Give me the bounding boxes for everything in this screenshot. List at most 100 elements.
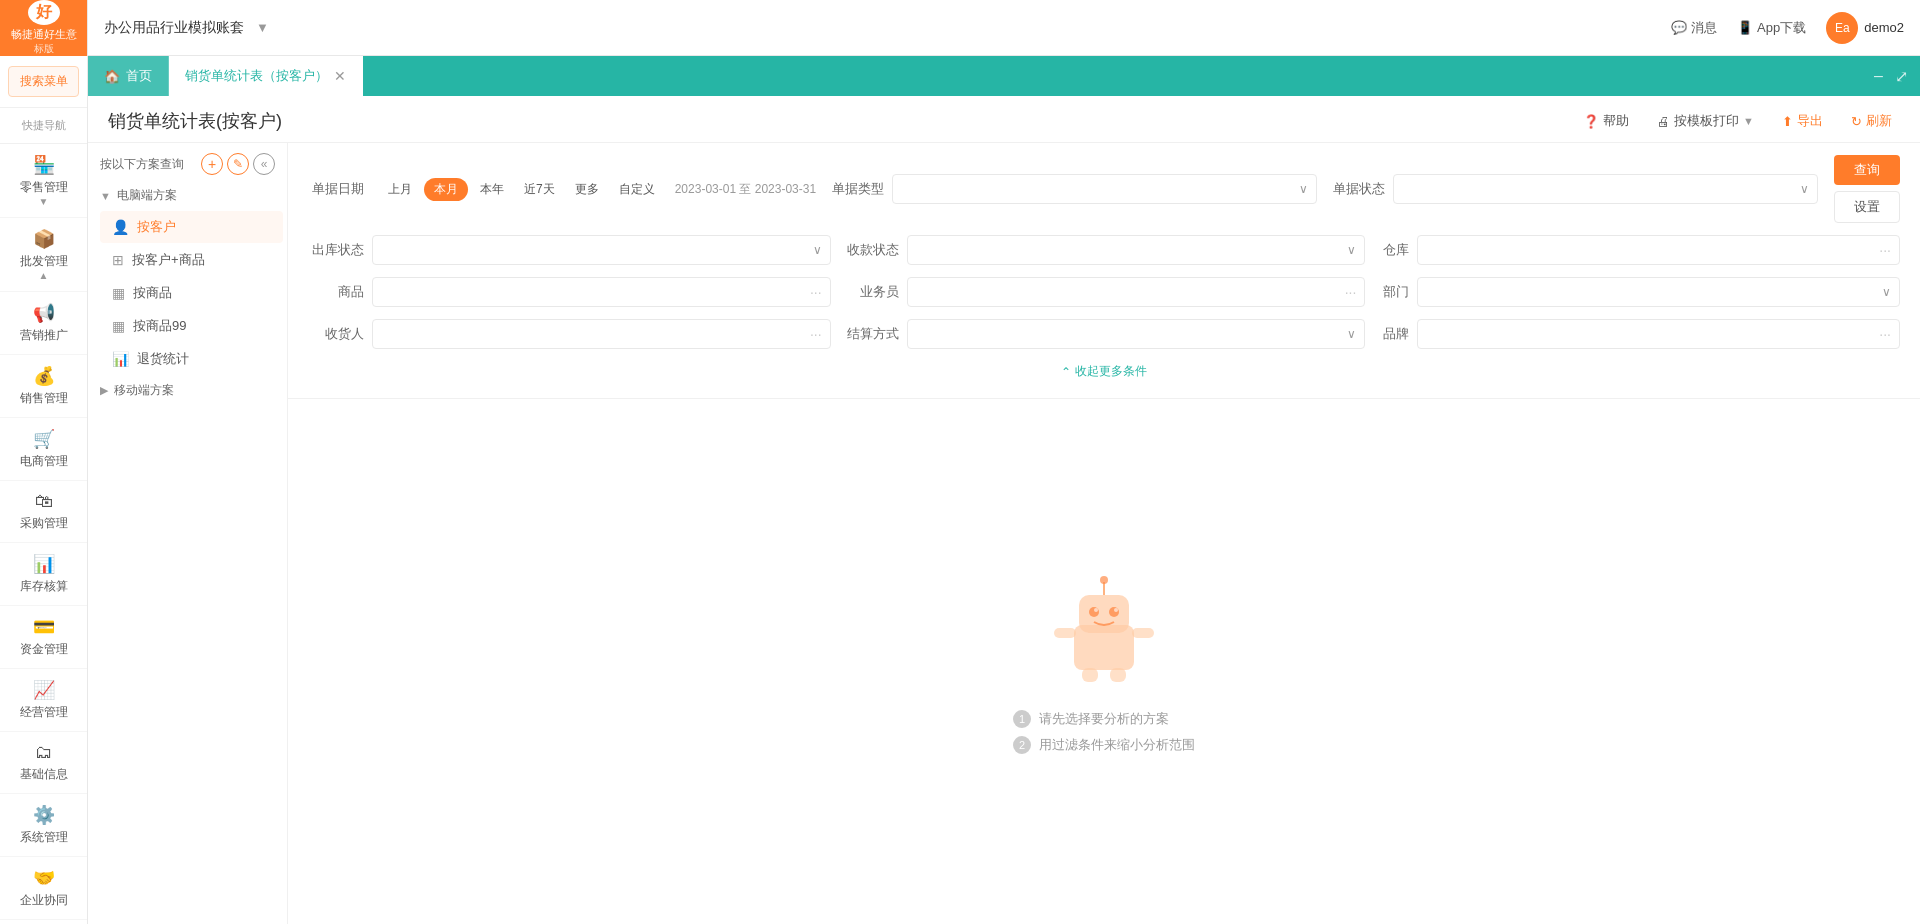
salesperson-field[interactable]: ··· bbox=[907, 277, 1366, 307]
logo-area: 好 畅捷通好生意 标版 bbox=[0, 0, 87, 56]
payment-status-label: 收款状态 bbox=[843, 241, 899, 259]
department-field[interactable]: ∨ bbox=[1417, 277, 1900, 307]
edit-scheme-button[interactable]: ✎ bbox=[227, 153, 249, 175]
scheme-group-mobile: ▶ 移动端方案 bbox=[88, 376, 287, 405]
return-scheme-label: 退货统计 bbox=[137, 350, 189, 368]
empty-tip-1: 1 请先选择要分析的方案 bbox=[1013, 710, 1195, 728]
inventory-label: 库存核算 bbox=[20, 578, 68, 595]
message-button[interactable]: 💬 消息 bbox=[1671, 19, 1717, 37]
settlement-field[interactable]: ∨ bbox=[907, 319, 1366, 349]
svg-point-2 bbox=[1089, 607, 1099, 617]
action-buttons: 查询 设置 bbox=[1834, 155, 1900, 223]
product-field[interactable]: ··· bbox=[372, 277, 831, 307]
collapse-scheme-button[interactable]: « bbox=[253, 153, 275, 175]
sidebar-item-finance[interactable]: 💳 资金管理 bbox=[0, 606, 87, 669]
search-menu-button[interactable]: 搜索菜单 bbox=[8, 66, 79, 97]
wholesale-icon: 📦 bbox=[33, 228, 55, 250]
date-custom[interactable]: 自定义 bbox=[611, 178, 663, 201]
svg-rect-11 bbox=[1110, 668, 1126, 682]
brand-dots[interactable]: ··· bbox=[1879, 326, 1891, 342]
warehouse-dots[interactable]: ··· bbox=[1879, 242, 1891, 258]
query-button[interactable]: 查询 bbox=[1834, 155, 1900, 185]
sidebar-item-basic[interactable]: 🗂 基础信息 bbox=[0, 732, 87, 794]
sidebar-item-retail[interactable]: 🏪 零售管理 ▼ bbox=[0, 144, 87, 218]
empty-robot-icon bbox=[1044, 570, 1164, 690]
marketing-label: 营销推广 bbox=[20, 327, 68, 344]
svg-point-4 bbox=[1094, 608, 1098, 612]
user-menu[interactable]: Ea demo2 bbox=[1826, 12, 1904, 44]
brand-field[interactable]: ··· bbox=[1417, 319, 1900, 349]
scheme-item-by-product[interactable]: ▦ 按商品 bbox=[100, 277, 283, 309]
scheme-item-by-product-99[interactable]: ▦ 按商品99 bbox=[100, 310, 283, 342]
sidebar-menu: 🏪 零售管理 ▼ 📦 批发管理 ▲ 📢 营销推广 💰 销售管理 🛒 电商管理 🛍… bbox=[0, 144, 87, 924]
help-label: 帮助 bbox=[1603, 112, 1629, 130]
warehouse-label: 仓库 bbox=[1377, 241, 1409, 259]
basic-icon: 🗂 bbox=[35, 742, 53, 763]
refresh-button[interactable]: ↻ 刷新 bbox=[1843, 108, 1900, 134]
out-status-section: 出库状态 ∨ bbox=[308, 235, 831, 265]
purchase-label: 采购管理 bbox=[20, 515, 68, 532]
tab-close-icon[interactable]: ✕ bbox=[334, 69, 346, 83]
sidebar-item-purchase[interactable]: 🛍 采购管理 bbox=[0, 481, 87, 543]
sidebar-item-ecommerce[interactable]: 🛒 电商管理 bbox=[0, 418, 87, 481]
settings-button[interactable]: 设置 bbox=[1834, 191, 1900, 223]
sidebar-item-newuser[interactable]: 🌟 新手引导 bbox=[0, 920, 87, 924]
order-type-field[interactable]: ∨ bbox=[892, 174, 1317, 204]
sidebar-item-sales[interactable]: 💰 销售管理 bbox=[0, 355, 87, 418]
date-more[interactable]: 更多 bbox=[567, 178, 607, 201]
tip-num-2: 2 bbox=[1013, 736, 1031, 754]
main-area: 办公用品行业模拟账套 ▼ 💬 消息 📱 App下载 Ea demo2 🏠 首页 bbox=[88, 0, 1920, 924]
tab-minimize-icon[interactable]: – bbox=[1874, 67, 1883, 85]
app-download-label: App下载 bbox=[1757, 19, 1806, 37]
operations-label: 经营管理 bbox=[20, 704, 68, 721]
date-this-year[interactable]: 本年 bbox=[472, 178, 512, 201]
scheme-item-return-stat[interactable]: 📊 退货统计 bbox=[100, 343, 283, 375]
scheme-header: 按以下方案查询 + ✎ « bbox=[88, 143, 287, 181]
department-section: 部门 ∨ bbox=[1377, 277, 1900, 307]
order-type-label: 单据类型 bbox=[832, 180, 884, 198]
receiver-dots[interactable]: ··· bbox=[810, 326, 822, 342]
sidebar-item-operations[interactable]: 📈 经营管理 bbox=[0, 669, 87, 732]
settlement-label: 结算方式 bbox=[843, 325, 899, 343]
app-download-button[interactable]: 📱 App下载 bbox=[1737, 19, 1806, 37]
tip-num-1: 1 bbox=[1013, 710, 1031, 728]
order-status-arrow: ∨ bbox=[1800, 182, 1809, 196]
department-label: 部门 bbox=[1377, 283, 1409, 301]
tab-maximize-icon[interactable]: ⤢ bbox=[1895, 67, 1908, 86]
scheme-group-pc-header[interactable]: ▼ 电脑端方案 bbox=[88, 181, 287, 210]
quick-nav-section: 快捷导航 bbox=[0, 108, 87, 144]
export-icon: ⬆ bbox=[1782, 114, 1793, 129]
sidebar-item-marketing[interactable]: 📢 营销推广 bbox=[0, 292, 87, 355]
tab-home[interactable]: 🏠 首页 bbox=[88, 56, 169, 96]
scheme-panel: 按以下方案查询 + ✎ « ▼ 电脑端方案 👤 bbox=[88, 143, 288, 924]
sidebar-search-section: 搜索菜单 bbox=[0, 56, 87, 108]
sidebar-item-inventory[interactable]: 📊 库存核算 bbox=[0, 543, 87, 606]
receiver-field[interactable]: ··· bbox=[372, 319, 831, 349]
date-last-7days[interactable]: 近7天 bbox=[516, 178, 563, 201]
sidebar-item-enterprise[interactable]: 🤝 企业协同 bbox=[0, 857, 87, 920]
warehouse-field[interactable]: ··· bbox=[1417, 235, 1900, 265]
tab-sales-stat[interactable]: 销货单统计表（按客户） ✕ bbox=[169, 56, 363, 96]
scheme-group-mobile-header[interactable]: ▶ 移动端方案 bbox=[88, 376, 287, 405]
help-button[interactable]: ❓ 帮助 bbox=[1575, 108, 1637, 134]
svg-rect-1 bbox=[1079, 595, 1129, 633]
salesperson-dots[interactable]: ··· bbox=[1345, 284, 1357, 300]
order-status-field[interactable]: ∨ bbox=[1393, 174, 1818, 204]
export-button[interactable]: ⬆ 导出 bbox=[1774, 108, 1831, 134]
date-this-month[interactable]: 本月 bbox=[424, 178, 468, 201]
date-last-month[interactable]: 上月 bbox=[380, 178, 420, 201]
add-scheme-button[interactable]: + bbox=[201, 153, 223, 175]
scheme-item-by-customer[interactable]: 👤 按客户 bbox=[100, 211, 283, 243]
company-dropdown-icon[interactable]: ▼ bbox=[256, 20, 269, 35]
template-print-button[interactable]: 🖨 按模板打印 ▼ bbox=[1649, 108, 1762, 134]
download-icon: 📱 bbox=[1737, 20, 1753, 35]
refresh-label: 刷新 bbox=[1866, 112, 1892, 130]
scheme-item-customer-product[interactable]: ⊞ 按客户+商品 bbox=[100, 244, 283, 276]
sidebar-item-wholesale[interactable]: 📦 批发管理 ▲ bbox=[0, 218, 87, 292]
out-status-field[interactable]: ∨ bbox=[372, 235, 831, 265]
payment-status-field[interactable]: ∨ bbox=[907, 235, 1366, 265]
product-dots[interactable]: ··· bbox=[810, 284, 822, 300]
sidebar-item-system[interactable]: ⚙️ 系统管理 bbox=[0, 794, 87, 857]
collapse-filter-button[interactable]: ⌃ 收起更多条件 bbox=[308, 357, 1900, 386]
product99-scheme-icon: ▦ bbox=[112, 318, 125, 334]
